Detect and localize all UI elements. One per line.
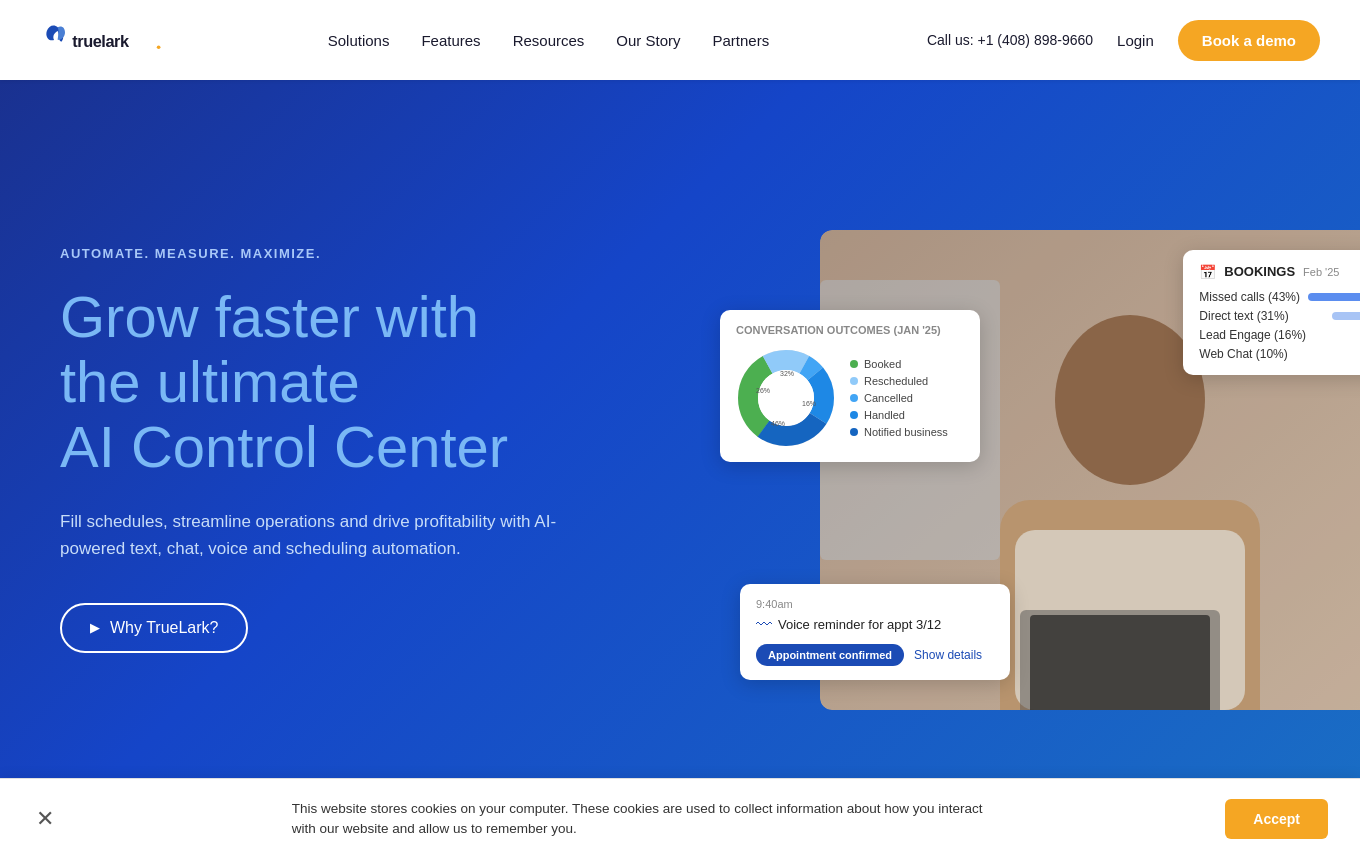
cookie-text: This website stores cookies on your comp… [292, 799, 992, 840]
navbar: truelark Solutions Features Resources Ou… [0, 0, 1360, 80]
hero-visual: 📅 BOOKINGS Feb '25 Missed calls (43%) Di… [820, 80, 1360, 859]
legend-dot-handled [850, 411, 858, 419]
booking-label-3: Lead Engage (16%) [1199, 328, 1306, 342]
legend-booked: Booked [850, 358, 948, 370]
calendar-icon: 📅 [1199, 264, 1216, 280]
legend-label-booked: Booked [864, 358, 901, 370]
legend-rescheduled: Rescheduled [850, 375, 948, 387]
why-truelark-button[interactable]: ▶ Why TrueLark? [60, 603, 248, 653]
donut-chart: 26% 32% 16% 46% [736, 348, 836, 448]
voice-time: 9:40am [756, 598, 994, 610]
logo-link[interactable]: truelark [40, 20, 170, 60]
booking-fill-1 [1308, 293, 1360, 301]
donut-title: CONVERSATION OUTCOMES (Jan '25) [736, 324, 964, 336]
logo-svg: truelark [40, 20, 170, 60]
hero-heading-line2: the ultimate [60, 349, 360, 414]
book-demo-button[interactable]: Book a demo [1178, 20, 1320, 61]
svg-text:truelark: truelark [72, 32, 130, 50]
nav-solutions[interactable]: Solutions [328, 32, 390, 49]
why-truelark-label: Why TrueLark? [110, 619, 218, 637]
hero-heading-line3: AI Control Center [60, 414, 508, 479]
svg-point-16 [758, 370, 814, 426]
hero-section: AUTOMATE. MEASURE. MAXIMIZE. Grow faster… [0, 0, 1360, 859]
bookings-card: 📅 BOOKINGS Feb '25 Missed calls (43%) Di… [1183, 250, 1360, 375]
confirmed-badge: Appointment confirmed [756, 644, 904, 666]
hero-content: AUTOMATE. MEASURE. MAXIMIZE. Grow faster… [60, 246, 680, 652]
cookie-close-button[interactable]: ✕ [32, 802, 58, 836]
svg-text:46%: 46% [771, 420, 785, 427]
nav-right: Call us: +1 (408) 898-9660 Login Book a … [927, 20, 1320, 61]
svg-text:16%: 16% [802, 400, 816, 407]
cookie-accept-button[interactable]: Accept [1225, 799, 1328, 839]
donut-card: CONVERSATION OUTCOMES (Jan '25) [720, 310, 980, 462]
wave-icon: 〰 [756, 616, 772, 634]
nav-resources[interactable]: Resources [513, 32, 585, 49]
svg-point-1 [157, 45, 161, 49]
voice-card: 9:40am 〰 Voice reminder for appt 3/12 Ap… [740, 584, 1010, 680]
nav-links: Solutions Features Resources Our Story P… [328, 32, 770, 49]
booking-row-2: Direct text (31%) [1199, 309, 1360, 323]
legend-dot-booked [850, 360, 858, 368]
hero-heading: Grow faster with the ultimate AI Control… [60, 285, 680, 480]
legend-label-cancelled: Cancelled [864, 392, 913, 404]
legend-cancelled: Cancelled [850, 392, 948, 404]
donut-legend: Booked Rescheduled Cancelled Handle [850, 358, 948, 438]
legend-handled: Handled [850, 409, 948, 421]
legend-dot-cancelled [850, 394, 858, 402]
bookings-title: BOOKINGS [1224, 264, 1295, 279]
booking-label-1: Missed calls (43%) [1199, 290, 1300, 304]
svg-text:32%: 32% [780, 370, 794, 377]
donut-body: 26% 32% 16% 46% Booked Rescheduled [736, 348, 964, 448]
cookie-banner: ✕ This website stores cookies on your co… [0, 778, 1360, 860]
booking-row-1: Missed calls (43%) [1199, 290, 1360, 304]
booking-label-4: Web Chat (10%) [1199, 347, 1287, 361]
nav-phone: Call us: +1 (408) 898-9660 [927, 32, 1093, 48]
booking-row-3: Lead Engage (16%) [1199, 328, 1360, 342]
show-details-link[interactable]: Show details [914, 648, 982, 662]
legend-label-handled: Handled [864, 409, 905, 421]
bookings-bars: Missed calls (43%) Direct text (31%) Lea… [1199, 290, 1360, 361]
nav-partners[interactable]: Partners [713, 32, 770, 49]
svg-text:26%: 26% [756, 387, 770, 394]
nav-login[interactable]: Login [1117, 32, 1154, 49]
play-icon: ▶ [90, 620, 100, 635]
booking-fill-2 [1332, 312, 1360, 320]
legend-dot-notified [850, 428, 858, 436]
legend-label-rescheduled: Rescheduled [864, 375, 928, 387]
bookings-date: Feb '25 [1303, 266, 1339, 278]
legend-notified: Notified business [850, 426, 948, 438]
booking-row-4: Web Chat (10%) [1199, 347, 1360, 361]
voice-footer: Appointment confirmed Show details [756, 644, 994, 666]
hero-eyebrow: AUTOMATE. MEASURE. MAXIMIZE. [60, 246, 680, 261]
booking-label-2: Direct text (31%) [1199, 309, 1288, 323]
hero-heading-line1: Grow faster with [60, 284, 479, 349]
voice-message: Voice reminder for appt 3/12 [778, 617, 941, 632]
svg-rect-8 [1030, 615, 1210, 710]
hero-subtext: Fill schedules, streamline operations an… [60, 508, 580, 562]
legend-dot-rescheduled [850, 377, 858, 385]
nav-features[interactable]: Features [421, 32, 480, 49]
nav-our-story[interactable]: Our Story [616, 32, 680, 49]
legend-label-notified: Notified business [864, 426, 948, 438]
